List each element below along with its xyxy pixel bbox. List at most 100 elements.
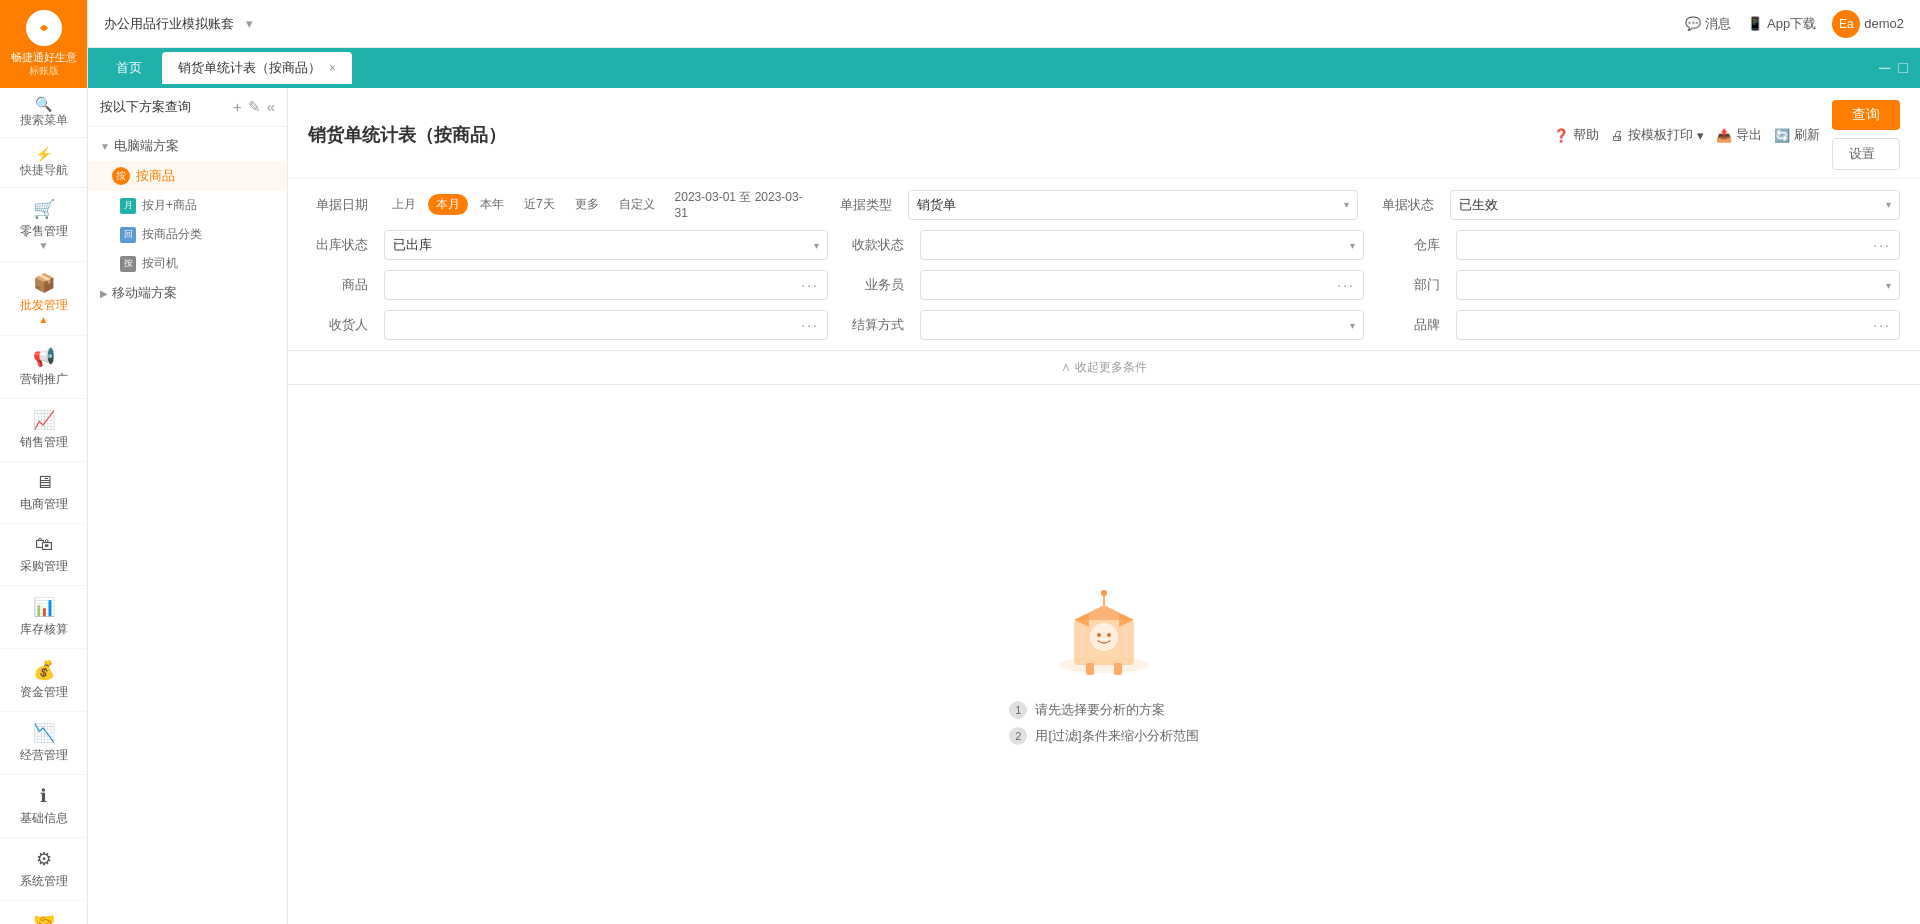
tree-group-pc[interactable]: ▼ 电脑端方案 [88, 131, 287, 161]
tree-subitem-category[interactable]: 回 按商品分类 [88, 220, 287, 249]
active-tab-label: 销货单统计表（按商品） [178, 59, 321, 77]
sidebar-item-inventory[interactable]: 📊 库存核算 [0, 586, 87, 649]
collapse-panel-btn[interactable]: « [267, 98, 275, 116]
salesperson-select[interactable]: ··· [920, 270, 1364, 300]
edit-scheme-btn[interactable]: ✎ [248, 98, 261, 116]
product-select[interactable]: ··· [384, 270, 828, 300]
date-tab-more[interactable]: 更多 [567, 194, 607, 215]
retail-arrow: ▼ [39, 240, 49, 251]
sidebar-nav[interactable]: ⚡ 快捷导航 [0, 138, 87, 188]
tip1-num: 1 [1009, 701, 1027, 719]
logo-subtext: 标账版 [29, 64, 59, 78]
empty-illustration [1044, 565, 1164, 685]
warehouse-select[interactable]: ··· [1456, 230, 1900, 260]
brand-label: 品牌 [1380, 316, 1440, 334]
doc-type-select[interactable]: 销货单 ▾ [908, 190, 1358, 220]
add-scheme-btn[interactable]: + [233, 98, 242, 116]
pc-group-arrow: ▼ [100, 141, 110, 152]
tree-subitem-month-product-label: 按月+商品 [142, 197, 197, 214]
tree-subitem-driver-label: 按司机 [142, 255, 178, 272]
date-tab-this-month[interactable]: 本月 [428, 194, 468, 215]
app-download-btn[interactable]: 📱 App下载 [1747, 15, 1816, 33]
doc-status-value: 已生效 [1459, 196, 1498, 214]
user-info[interactable]: Ea demo2 [1832, 10, 1904, 38]
sidebar-item-purchase[interactable]: 🛍 采购管理 [0, 524, 87, 586]
svg-point-8 [1107, 633, 1111, 637]
tab-active[interactable]: 销货单统计表（按商品） × [162, 52, 352, 84]
sidebar-item-basic[interactable]: ℹ 基础信息 [0, 775, 87, 838]
sidebar-label-operations: 经营管理 [20, 747, 68, 764]
out-status-select[interactable]: 已出库 ▾ [384, 230, 828, 260]
tree-item-by-product[interactable]: 按 按商品 [88, 161, 287, 191]
sidebar-label-ecommerce: 电商管理 [20, 496, 68, 513]
user-name: demo2 [1864, 16, 1904, 31]
sidebar-item-system[interactable]: ⚙ 系统管理 [0, 838, 87, 901]
sidebar-search[interactable]: 🔍 搜索菜单 [0, 88, 87, 138]
tab-close-icon[interactable]: × [329, 61, 336, 75]
sidebar-item-operations[interactable]: 📉 经营管理 [0, 712, 87, 775]
filter-row-1: 单据日期 上月 本月 本年 近7天 更多 自定义 2023-03-01 至 20… [308, 189, 1900, 220]
tab-maximize-btn[interactable]: □ [1898, 59, 1908, 77]
date-tab-custom[interactable]: 自定义 [611, 194, 663, 215]
topbar-right: 💬 消息 📱 App下载 Ea demo2 [1685, 10, 1904, 38]
refresh-btn[interactable]: 🔄 刷新 [1774, 126, 1820, 144]
sidebar-item-wholesale[interactable]: 📦 批发管理 ▲ [0, 262, 87, 336]
main-area: 办公用品行业模拟账套 ▾ 💬 消息 📱 App下载 Ea demo2 首页 [88, 0, 1920, 924]
refresh-label: 刷新 [1794, 126, 1820, 144]
settings-btn[interactable]: 设置 [1832, 138, 1900, 170]
collapse-bar[interactable]: ∧ 收起更多条件 [288, 351, 1920, 385]
payment-method-arrow: ▾ [1350, 320, 1355, 331]
sidebar-label-wholesale: 批发管理 [20, 297, 68, 314]
print-btn[interactable]: 🖨 按模板打印 ▾ [1611, 126, 1704, 144]
export-icon: 📤 [1716, 128, 1732, 143]
avatar: Ea [1832, 10, 1860, 38]
industry-label: 办公用品行业模拟账套 [104, 15, 234, 33]
department-select[interactable]: ▾ [1456, 270, 1900, 300]
sidebar-item-retail[interactable]: 🛒 零售管理 ▼ [0, 188, 87, 262]
tree-subitem-driver[interactable]: 按 按司机 [88, 249, 287, 278]
tab-minimize-btn[interactable]: ─ [1879, 59, 1890, 77]
date-tab-this-year[interactable]: 本年 [472, 194, 512, 215]
tree-group-mobile[interactable]: ▶ 移动端方案 [88, 278, 287, 308]
tree-subitem-month-product[interactable]: 月 按月+商品 [88, 191, 287, 220]
page-actions: ❓ 帮助 🖨 按模板打印 ▾ 📤 导出 🔄 刷新 [1553, 100, 1900, 170]
sidebar-item-finance[interactable]: 💰 资金管理 [0, 649, 87, 712]
help-btn[interactable]: ❓ 帮助 [1553, 126, 1599, 144]
topbar-dropdown-icon[interactable]: ▾ [246, 16, 253, 31]
sidebar-label-purchase: 采购管理 [20, 558, 68, 575]
print-arrow: ▾ [1697, 128, 1704, 143]
date-tab-last-month[interactable]: 上月 [384, 194, 424, 215]
filter-area: 单据日期 上月 本月 本年 近7天 更多 自定义 2023-03-01 至 20… [288, 179, 1920, 351]
svg-point-10 [1101, 590, 1107, 596]
department-label: 部门 [1380, 276, 1440, 294]
sidebar-item-sales[interactable]: 📈 销售管理 [0, 399, 87, 462]
logo-icon [26, 10, 62, 46]
date-range-display: 2023-03-01 至 2023-03-31 [675, 189, 816, 220]
message-btn[interactable]: 💬 消息 [1685, 15, 1731, 33]
brand-select[interactable]: ··· [1456, 310, 1900, 340]
sidebar: 畅捷通好生意 标账版 🔍 搜索菜单 ⚡ 快捷导航 🛒 零售管理 ▼ 📦 批发管理… [0, 0, 88, 924]
export-btn[interactable]: 📤 导出 [1716, 126, 1762, 144]
marketing-icon: 📢 [33, 346, 55, 368]
sidebar-item-ecommerce[interactable]: 🖥 电商管理 [0, 462, 87, 524]
panel-header-actions: + ✎ « [233, 98, 275, 116]
tip2-num: 2 [1009, 727, 1027, 745]
filter-row-3: 商品 ··· 业务员 ··· 部门 ▾ [308, 270, 1900, 300]
payment-status-select[interactable]: ▾ [920, 230, 1364, 260]
payment-method-select[interactable]: ▾ [920, 310, 1364, 340]
sidebar-label-finance: 资金管理 [20, 684, 68, 701]
receiver-select[interactable]: ··· [384, 310, 828, 340]
query-btn[interactable]: 查询 [1832, 100, 1900, 130]
brand-dots: ··· [1873, 317, 1891, 333]
date-tab-7days[interactable]: 近7天 [516, 194, 563, 215]
message-icon: 💬 [1685, 16, 1701, 31]
content-wrapper: 按以下方案查询 + ✎ « ▼ 电脑端方案 按 按商品 月 按月+ [88, 88, 1920, 924]
sidebar-item-marketing[interactable]: 📢 营销推广 [0, 336, 87, 399]
doc-status-select[interactable]: 已生效 ▾ [1450, 190, 1900, 220]
tab-home[interactable]: 首页 [100, 52, 158, 84]
page-header: 销货单统计表（按商品） ❓ 帮助 🖨 按模板打印 ▾ 📤 导出 [288, 88, 1920, 179]
sidebar-item-corp[interactable]: 🤝 企业协同 [0, 901, 87, 924]
home-tab-label: 首页 [116, 59, 142, 77]
logo-text: 畅捷通好生意 [11, 50, 77, 64]
wholesale-arrow: ▲ [39, 314, 49, 325]
